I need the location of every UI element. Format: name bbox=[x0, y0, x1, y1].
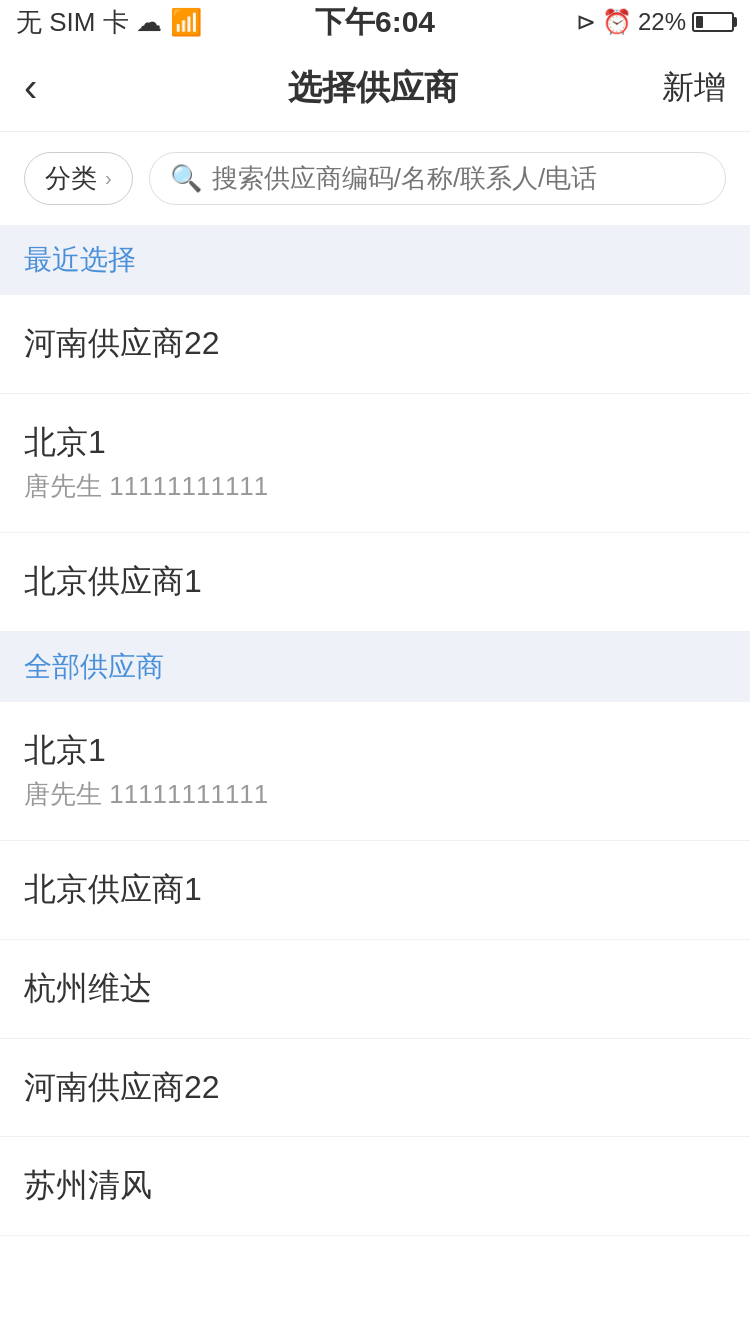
list-item[interactable]: 河南供应商22 bbox=[0, 1039, 750, 1138]
all-section-label: 全部供应商 bbox=[24, 651, 164, 682]
list-item[interactable]: 河南供应商22 bbox=[0, 295, 750, 394]
back-button[interactable]: ‹ bbox=[24, 65, 84, 110]
page-title: 选择供应商 bbox=[288, 65, 458, 111]
recent-section-label: 最近选择 bbox=[24, 244, 136, 275]
category-label: 分类 bbox=[45, 161, 97, 196]
search-box[interactable]: 🔍 bbox=[149, 152, 726, 205]
list-item[interactable]: 北京供应商1 bbox=[0, 841, 750, 940]
chevron-icon: › bbox=[105, 167, 112, 190]
item-name: 杭州维达 bbox=[24, 968, 726, 1010]
item-sub: 唐先生 11111111111 bbox=[24, 469, 726, 504]
add-button[interactable]: 新增 bbox=[662, 66, 726, 110]
item-sub: 唐先生 11111111111 bbox=[24, 777, 726, 812]
battery-fill bbox=[696, 16, 703, 28]
item-name: 河南供应商22 bbox=[24, 323, 726, 365]
sim-status: 无 SIM 卡 ☁ bbox=[16, 5, 162, 40]
search-icon: 🔍 bbox=[170, 163, 202, 194]
status-time: 下午6:04 bbox=[315, 2, 435, 43]
filter-bar: 分类 › 🔍 bbox=[0, 132, 750, 225]
item-name: 北京供应商1 bbox=[24, 869, 726, 911]
recent-section-header: 最近选择 bbox=[0, 225, 750, 295]
all-section-header: 全部供应商 bbox=[0, 632, 750, 702]
battery-percent: 22% bbox=[638, 8, 686, 36]
recent-items-list: 河南供应商22 北京1 唐先生 11111111111 北京供应商1 bbox=[0, 295, 750, 632]
item-name: 北京1 bbox=[24, 422, 726, 464]
search-input[interactable] bbox=[212, 163, 705, 194]
status-left: 无 SIM 卡 ☁ 📶 bbox=[16, 5, 202, 40]
location-icon: ⊳ bbox=[576, 8, 596, 36]
category-filter[interactable]: 分类 › bbox=[24, 152, 133, 205]
battery-icon bbox=[692, 12, 734, 32]
list-item[interactable]: 苏州清风 bbox=[0, 1137, 750, 1236]
item-name: 河南供应商22 bbox=[24, 1067, 726, 1109]
item-name: 北京供应商1 bbox=[24, 561, 726, 603]
list-item[interactable]: 杭州维达 bbox=[0, 940, 750, 1039]
item-name: 苏州清风 bbox=[24, 1165, 726, 1207]
all-items-list: 北京1 唐先生 11111111111 北京供应商1 杭州维达河南供应商22 苏州清风 bbox=[0, 702, 750, 1236]
list-item[interactable]: 北京1 唐先生 11111111111 bbox=[0, 702, 750, 842]
alarm-icon: ⏰ bbox=[602, 8, 632, 36]
list-item[interactable]: 北京供应商1 bbox=[0, 533, 750, 632]
status-right: ⊳ ⏰ 22% bbox=[576, 8, 734, 36]
status-bar: 无 SIM 卡 ☁ 📶 下午6:04 ⊳ ⏰ 22% bbox=[0, 0, 750, 44]
wifi-icon: 📶 bbox=[170, 7, 202, 38]
list-item[interactable]: 北京1 唐先生 11111111111 bbox=[0, 394, 750, 534]
item-name: 北京1 bbox=[24, 730, 726, 772]
nav-bar: ‹ 选择供应商 新增 bbox=[0, 44, 750, 132]
